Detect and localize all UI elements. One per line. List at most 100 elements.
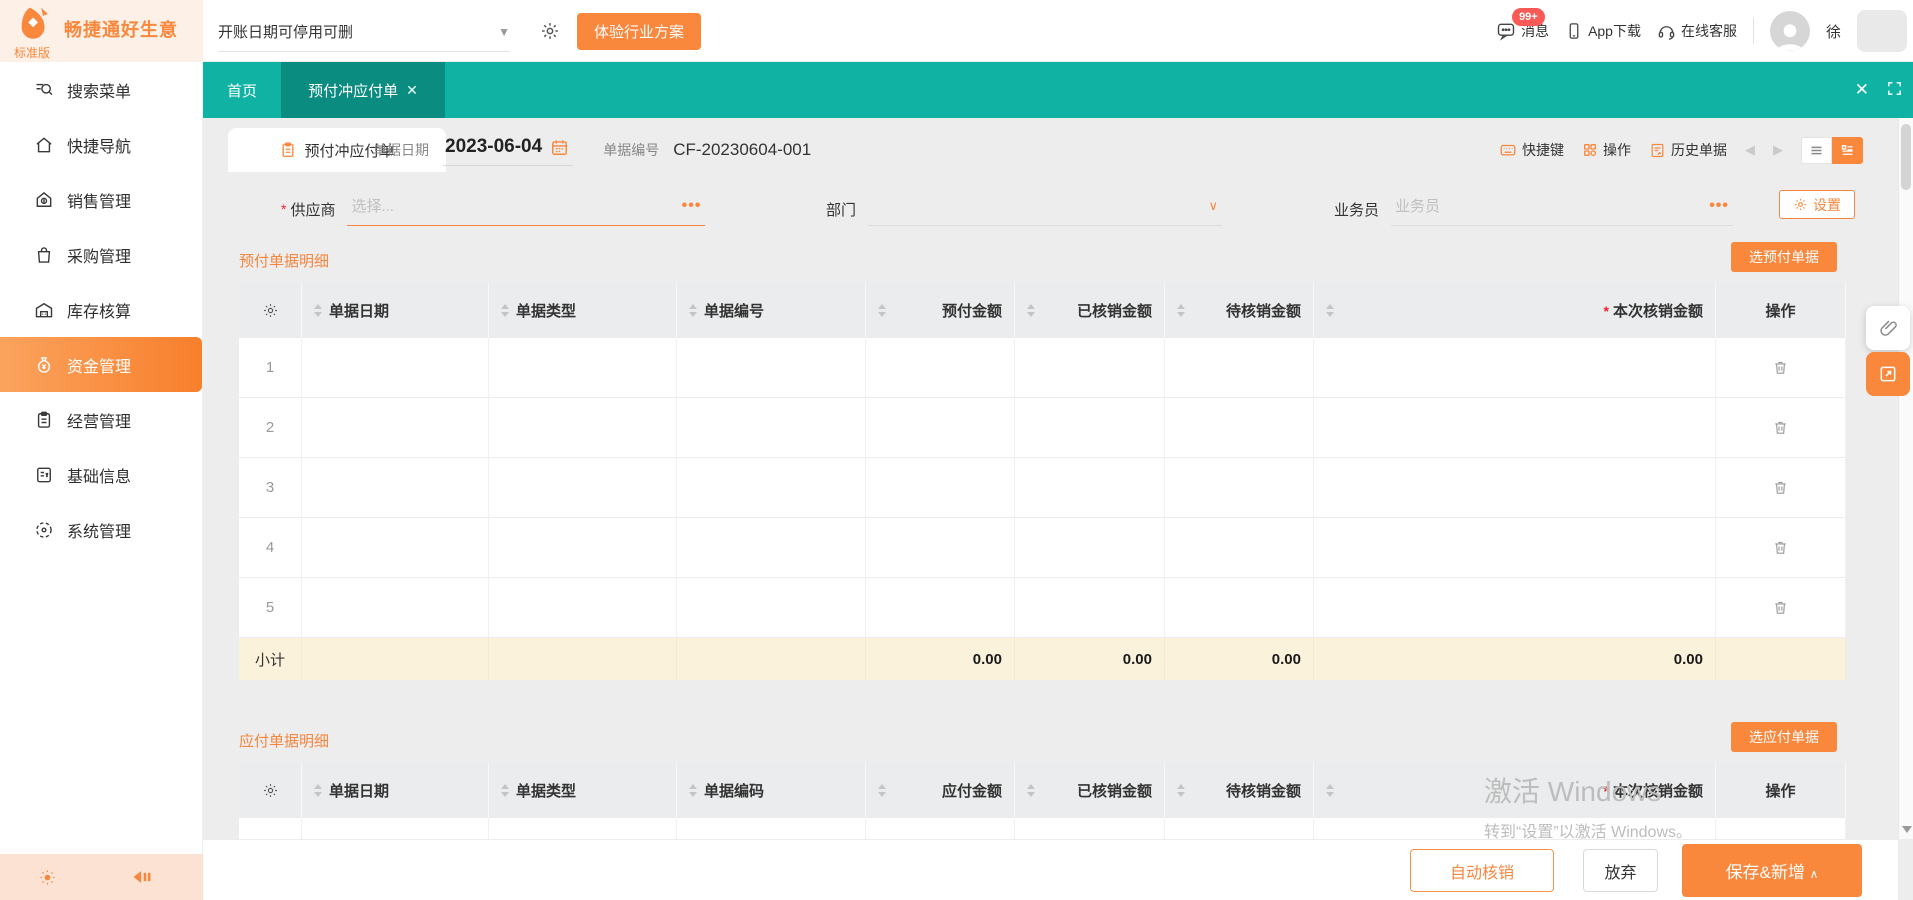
scrollbar-thumb[interactable] — [1901, 124, 1911, 190]
doc-date-field[interactable]: 2023-06-04 — [443, 134, 574, 166]
next-doc-arrow-icon[interactable]: ▶ — [1773, 142, 1783, 158]
card-view-button[interactable] — [1832, 136, 1863, 164]
header-prepay-amount[interactable]: 预付金额 — [866, 283, 1015, 338]
department-select[interactable]: ∨ — [868, 192, 1223, 226]
settings-gear-icon[interactable] — [540, 21, 560, 41]
delete-row-button[interactable] — [1772, 419, 1789, 436]
cell-empty[interactable] — [1015, 338, 1165, 398]
industry-solution-button[interactable]: 体验行业方案 — [577, 13, 701, 50]
cell-empty[interactable] — [677, 578, 866, 638]
cell-empty[interactable] — [1314, 518, 1716, 578]
tab-close-icon[interactable]: ✕ — [406, 82, 418, 99]
sidebar-item-inventory[interactable]: 库存核算 — [0, 282, 202, 337]
sort-icon[interactable] — [1177, 304, 1185, 317]
sort-icon[interactable] — [689, 784, 697, 797]
column-settings-cell[interactable] — [239, 283, 302, 338]
messages-button[interactable]: 消息 99+ — [1496, 8, 1549, 41]
delete-row-button[interactable] — [1772, 599, 1789, 616]
cell-empty[interactable] — [302, 398, 489, 458]
cell-empty[interactable] — [302, 578, 489, 638]
salesman-lookup-icon[interactable]: ••• — [1709, 197, 1729, 215]
header-doc-type[interactable]: 单据类型 — [489, 283, 677, 338]
cell-empty[interactable] — [866, 578, 1015, 638]
delete-row-button[interactable] — [1772, 539, 1789, 556]
sort-icon[interactable] — [1177, 784, 1185, 797]
app-download-button[interactable]: App下载 — [1565, 21, 1641, 41]
cell-empty[interactable] — [489, 398, 677, 458]
sort-icon[interactable] — [501, 784, 509, 797]
sidebar-item-system[interactable]: 系统管理 — [0, 502, 202, 557]
sidebar-item-search-menu[interactable]: 搜索菜单 — [0, 62, 202, 117]
auto-verify-button[interactable]: 自动核销 — [1410, 849, 1554, 892]
sidebar-settings-gear-icon[interactable] — [38, 868, 57, 887]
cell-empty[interactable] — [489, 518, 677, 578]
cell-empty[interactable] — [677, 518, 866, 578]
form-settings-button[interactable]: 设置 — [1779, 190, 1855, 219]
sidebar-item-funds[interactable]: 资金管理 — [0, 337, 202, 392]
cell-empty[interactable] — [302, 458, 489, 518]
sidebar-item-business[interactable]: 经营管理 — [0, 392, 202, 447]
vertical-scrollbar[interactable] — [1898, 118, 1913, 839]
close-all-tabs-icon[interactable]: ✕ — [1855, 80, 1869, 100]
sort-icon[interactable] — [1027, 304, 1035, 317]
cell-empty[interactable] — [1314, 458, 1716, 518]
cell-empty[interactable] — [1314, 338, 1716, 398]
prev-doc-arrow-icon[interactable]: ◀ — [1745, 142, 1755, 158]
column-settings-cell[interactable] — [239, 763, 302, 818]
delete-row-button[interactable] — [1772, 359, 1789, 376]
delete-row-button[interactable] — [1772, 479, 1789, 496]
sidebar-item-sales[interactable]: 销售管理 — [0, 172, 202, 227]
sidebar-item-quick-nav[interactable]: 快捷导航 — [0, 117, 202, 172]
sort-icon[interactable] — [501, 304, 509, 317]
header-payable-amount[interactable]: 应付金额 — [866, 763, 1015, 818]
cell-empty[interactable] — [1015, 398, 1165, 458]
header-verified-amount[interactable]: 已核销金额 — [1015, 283, 1165, 338]
cell-empty[interactable] — [1015, 458, 1165, 518]
cell-empty[interactable] — [866, 518, 1015, 578]
cell-empty[interactable] — [1165, 458, 1314, 518]
cell-empty[interactable] — [302, 338, 489, 398]
header-doc-type[interactable]: 单据类型 — [489, 763, 677, 818]
cell-empty[interactable] — [1015, 578, 1165, 638]
expand-panel-button[interactable] — [1866, 352, 1910, 396]
fullscreen-icon[interactable] — [1886, 80, 1903, 97]
tab-home[interactable]: 首页 — [203, 62, 281, 118]
header-pending-amount[interactable]: 待核销金额 — [1165, 763, 1314, 818]
header-pending-amount[interactable]: 待核销金额 — [1165, 283, 1314, 338]
cell-empty[interactable] — [489, 458, 677, 518]
sort-icon[interactable] — [878, 784, 886, 797]
select-prepay-docs-button[interactable]: 选预付单据 — [1731, 242, 1837, 272]
header-verified-amount[interactable]: 已核销金额 — [1015, 763, 1165, 818]
cell-empty[interactable] — [677, 398, 866, 458]
list-view-button[interactable] — [1801, 136, 1832, 164]
cell-empty[interactable] — [866, 398, 1015, 458]
actions-button[interactable]: 操作 — [1582, 140, 1631, 160]
cell-empty[interactable] — [1314, 398, 1716, 458]
tab-prepay-offset[interactable]: 预付冲应付单 ✕ — [281, 62, 445, 118]
cell-empty[interactable] — [1015, 518, 1165, 578]
hotkeys-button[interactable]: 快捷键 — [1499, 140, 1564, 160]
cell-empty[interactable] — [1165, 398, 1314, 458]
cell-empty[interactable] — [677, 458, 866, 518]
salesman-input[interactable]: 业务员 ••• — [1391, 192, 1734, 226]
sort-icon[interactable] — [314, 784, 322, 797]
sort-icon[interactable] — [689, 304, 697, 317]
cell-empty[interactable] — [302, 518, 489, 578]
history-button[interactable]: 历史单据 — [1649, 140, 1727, 160]
cell-empty[interactable] — [1314, 578, 1716, 638]
supplier-input[interactable]: 选择... ••• — [347, 192, 706, 226]
sort-icon[interactable] — [1027, 784, 1035, 797]
select-payable-docs-button[interactable]: 选应付单据 — [1731, 722, 1837, 752]
sort-icon[interactable] — [1326, 304, 1334, 317]
supplier-lookup-icon[interactable]: ••• — [682, 197, 702, 215]
sort-icon[interactable] — [1326, 784, 1334, 797]
sort-icon[interactable] — [878, 304, 886, 317]
sort-icon[interactable] — [314, 304, 322, 317]
attachment-button[interactable] — [1866, 306, 1910, 350]
cell-empty[interactable] — [866, 338, 1015, 398]
cell-empty[interactable] — [489, 578, 677, 638]
sidebar-item-purchase[interactable]: 采购管理 — [0, 227, 202, 282]
cell-empty[interactable] — [1165, 578, 1314, 638]
cell-empty[interactable] — [866, 458, 1015, 518]
online-service-button[interactable]: 在线客服 — [1657, 21, 1737, 41]
